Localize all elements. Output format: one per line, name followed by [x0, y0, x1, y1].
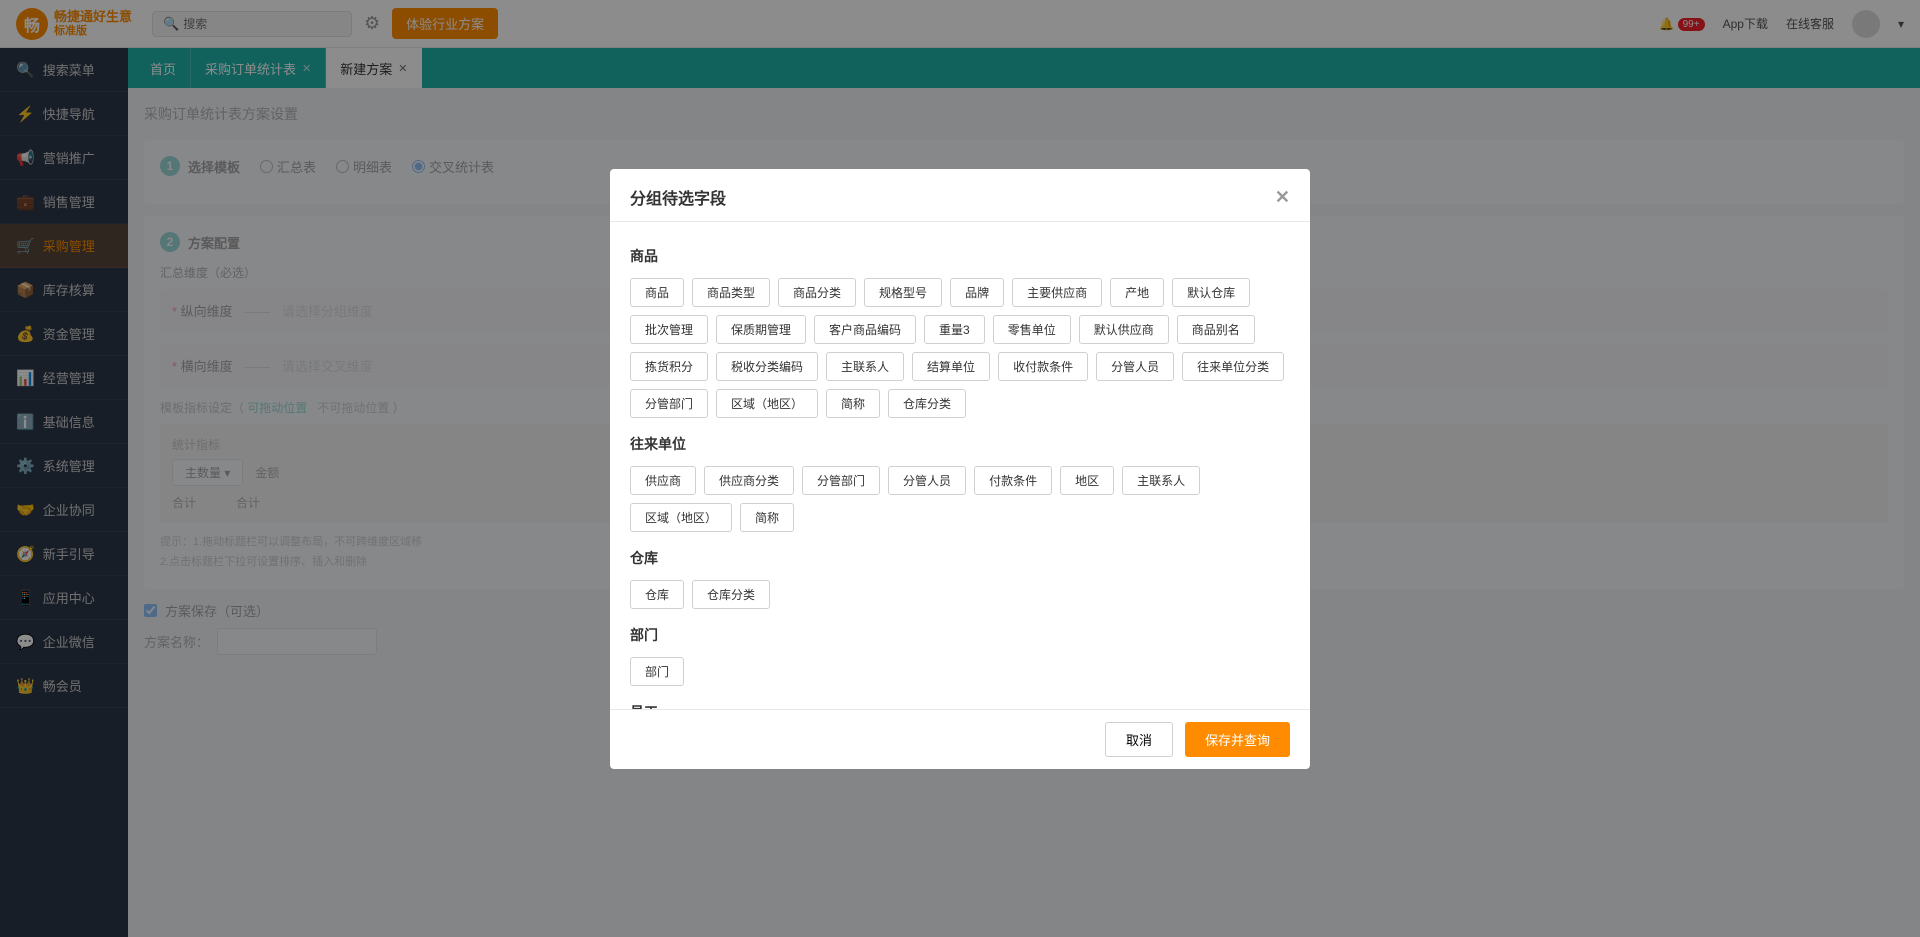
- field-tag-1-7[interactable]: 区域（地区）: [630, 503, 732, 532]
- field-tag-1-1[interactable]: 供应商分类: [704, 466, 794, 495]
- section-title-1: 往来单位: [630, 434, 1290, 454]
- modal-title: 分组待选字段: [630, 185, 726, 209]
- section-title-4: 员工: [630, 702, 1290, 709]
- field-tag-3-0[interactable]: 部门: [630, 657, 684, 686]
- field-tag-0-25[interactable]: 仓库分类: [888, 389, 966, 418]
- field-tag-0-11[interactable]: 重量3: [924, 315, 985, 344]
- modal-header: 分组待选字段 ✕: [610, 169, 1310, 222]
- section-title-2: 仓库: [630, 548, 1290, 568]
- field-tag-1-6[interactable]: 主联系人: [1122, 466, 1200, 495]
- field-tag-0-21[interactable]: 往来单位分类: [1182, 352, 1284, 381]
- confirm-button[interactable]: 保存并查询: [1185, 722, 1290, 757]
- field-tag-0-3[interactable]: 规格型号: [864, 278, 942, 307]
- section-title-3: 部门: [630, 625, 1290, 645]
- field-tag-1-0[interactable]: 供应商: [630, 466, 696, 495]
- modal-footer: 取消 保存并查询: [610, 709, 1310, 769]
- field-tags-3: 部门: [630, 657, 1290, 686]
- field-tag-1-3[interactable]: 分管人员: [888, 466, 966, 495]
- field-tags-0: 商品商品类型商品分类规格型号品牌主要供应商产地默认仓库批次管理保质期管理客户商品…: [630, 278, 1290, 418]
- field-tag-0-15[interactable]: 拣货积分: [630, 352, 708, 381]
- field-tag-0-16[interactable]: 税收分类编码: [716, 352, 818, 381]
- field-tag-0-0[interactable]: 商品: [630, 278, 684, 307]
- field-tag-0-23[interactable]: 区域（地区）: [716, 389, 818, 418]
- field-tag-0-13[interactable]: 默认供应商: [1079, 315, 1169, 344]
- field-tag-0-1[interactable]: 商品类型: [692, 278, 770, 307]
- modal-overlay: 分组待选字段 ✕ 商品商品商品类型商品分类规格型号品牌主要供应商产地默认仓库批次…: [0, 0, 1920, 937]
- field-tag-0-17[interactable]: 主联系人: [826, 352, 904, 381]
- field-tags-1: 供应商供应商分类分管部门分管人员付款条件地区主联系人区域（地区） 简称: [630, 466, 1290, 532]
- field-tag-0-20[interactable]: 分管人员: [1096, 352, 1174, 381]
- field-selection-modal: 分组待选字段 ✕ 商品商品商品类型商品分类规格型号品牌主要供应商产地默认仓库批次…: [610, 169, 1310, 769]
- field-tag-0-4[interactable]: 品牌: [950, 278, 1004, 307]
- field-tag-1-4[interactable]: 付款条件: [974, 466, 1052, 495]
- field-tag-0-5[interactable]: 主要供应商: [1012, 278, 1102, 307]
- field-tag-2-1[interactable]: 仓库分类: [692, 580, 770, 609]
- field-tag-1-8[interactable]: 简称: [740, 503, 794, 532]
- field-tag-0-8[interactable]: 批次管理: [630, 315, 708, 344]
- field-tag-0-7[interactable]: 默认仓库: [1172, 278, 1250, 307]
- section-title-0: 商品: [630, 246, 1290, 266]
- field-tag-0-6[interactable]: 产地: [1110, 278, 1164, 307]
- field-tag-0-10[interactable]: 客户商品编码: [814, 315, 916, 344]
- modal-close-button[interactable]: ✕: [1275, 188, 1290, 206]
- field-tag-0-19[interactable]: 收付款条件: [998, 352, 1088, 381]
- field-tag-0-18[interactable]: 结算单位: [912, 352, 990, 381]
- field-tag-1-2[interactable]: 分管部门: [802, 466, 880, 495]
- field-tag-0-24[interactable]: 简称: [826, 389, 880, 418]
- cancel-button[interactable]: 取消: [1105, 722, 1173, 757]
- field-tag-0-2[interactable]: 商品分类: [778, 278, 856, 307]
- field-tag-0-22[interactable]: 分管部门: [630, 389, 708, 418]
- modal-body[interactable]: 商品商品商品类型商品分类规格型号品牌主要供应商产地默认仓库批次管理保质期管理客户…: [610, 222, 1310, 709]
- field-tag-0-9[interactable]: 保质期管理: [716, 315, 806, 344]
- field-tag-1-5[interactable]: 地区: [1060, 466, 1114, 495]
- field-tag-0-14[interactable]: 商品别名: [1177, 315, 1255, 344]
- field-tag-0-12[interactable]: 零售单位: [993, 315, 1071, 344]
- field-tags-2: 仓库仓库分类: [630, 580, 1290, 609]
- field-tag-2-0[interactable]: 仓库: [630, 580, 684, 609]
